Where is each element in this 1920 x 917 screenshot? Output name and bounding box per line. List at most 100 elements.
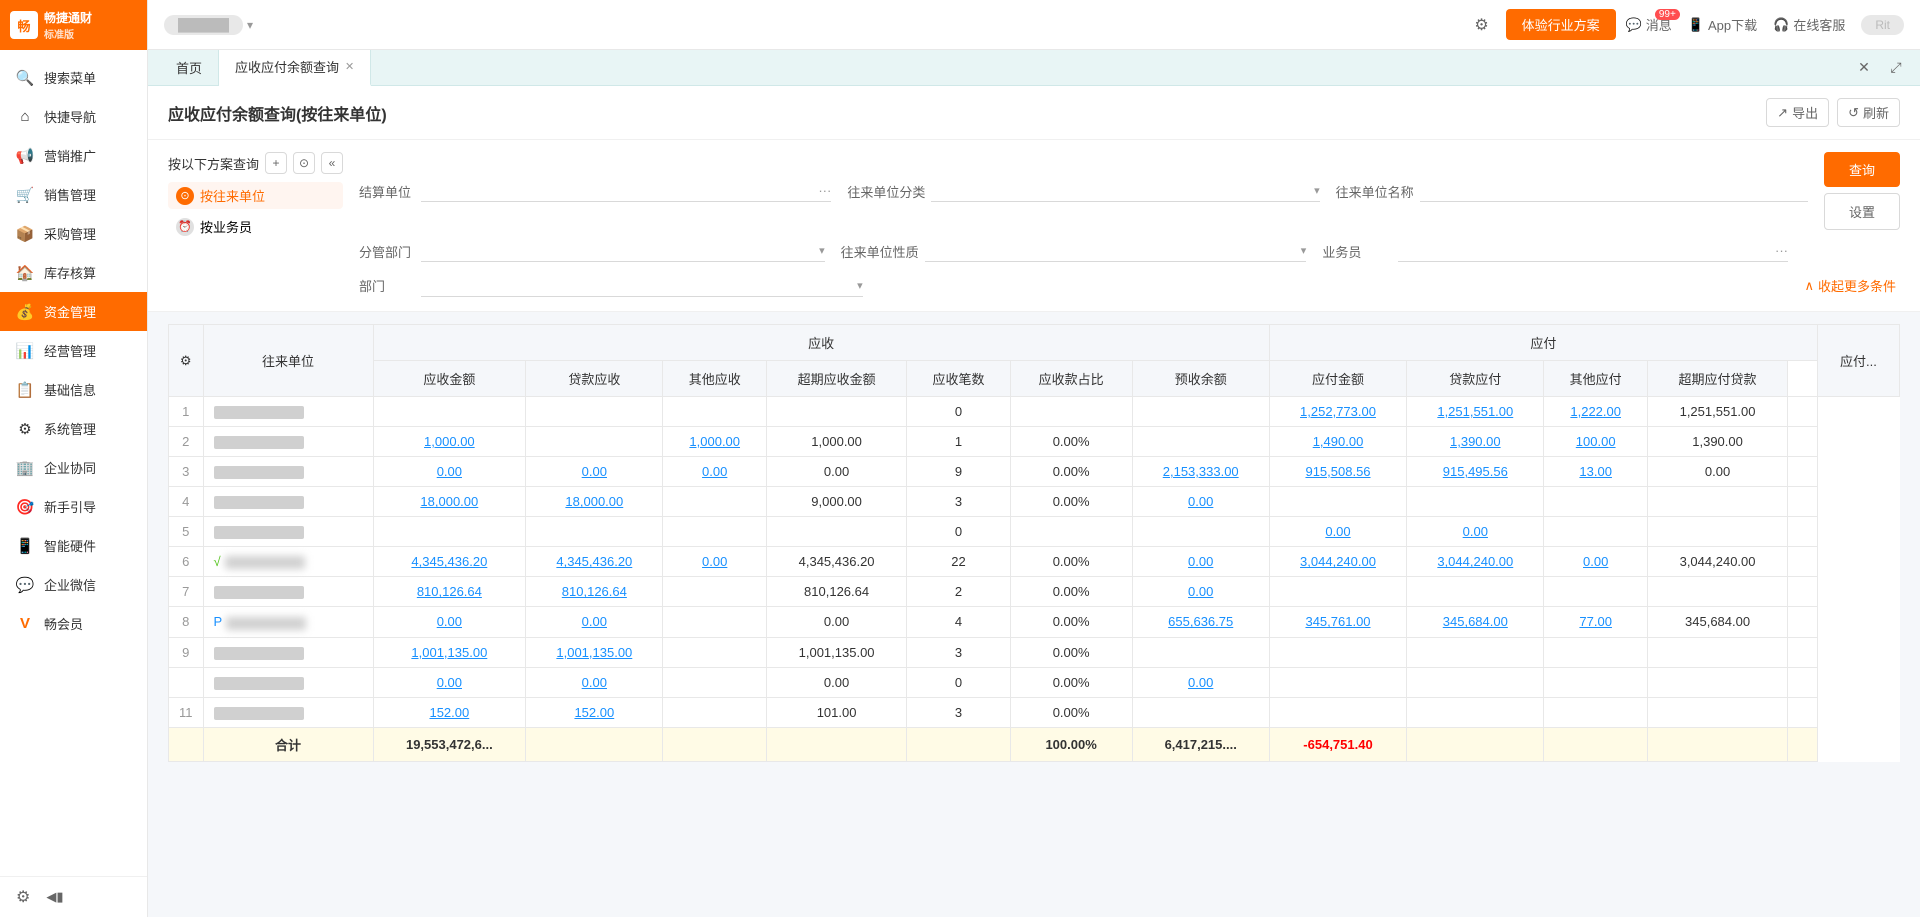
table-cell: [663, 697, 766, 727]
expand-window-icon[interactable]: ⤢: [1884, 56, 1908, 80]
table-cell[interactable]: 810,126.64: [526, 577, 663, 607]
scheme-by-partner[interactable]: ⊙ 按往来单位: [168, 182, 343, 209]
sidebar-item-finance[interactable]: 💰 资金管理: [0, 292, 147, 331]
sidebar-item-search-menu[interactable]: 🔍 搜索菜单: [0, 58, 147, 97]
tab-ar-ap-query[interactable]: 应收应付余额查询 ✕: [219, 50, 371, 86]
query-button[interactable]: 查询: [1824, 152, 1900, 187]
topbar-gear-icon[interactable]: ⚙: [1468, 11, 1496, 39]
table-cell[interactable]: 3,044,240.00: [1269, 547, 1406, 577]
table-cell[interactable]: 0.00: [373, 607, 526, 637]
sidebar-item-member[interactable]: V 畅会员: [0, 604, 147, 643]
settlement-unit-input[interactable]: [421, 180, 818, 201]
online-support-button[interactable]: 🎧 在线客服: [1773, 15, 1845, 34]
collapse-more-button[interactable]: ∧ 收起更多条件: [1800, 272, 1900, 299]
table-cell[interactable]: 1,000.00: [663, 427, 766, 457]
table-cell[interactable]: 0.00: [1132, 547, 1269, 577]
salesman-input[interactable]: [1398, 240, 1775, 261]
set-button[interactable]: 设置: [1824, 193, 1900, 230]
table-cell[interactable]: 18,000.00: [526, 487, 663, 517]
user-info[interactable]: Rit: [1861, 15, 1904, 35]
table-cell[interactable]: 1,251,551.00: [1407, 397, 1544, 427]
dept-mgr-input[interactable]: [421, 240, 819, 261]
table-cell[interactable]: 0.00: [526, 667, 663, 697]
table-cell[interactable]: 0.00: [663, 547, 766, 577]
edit-scheme-button[interactable]: ⊙: [293, 152, 315, 174]
table-cell[interactable]: 77.00: [1544, 607, 1647, 637]
table-cell[interactable]: 1,001,135.00: [526, 637, 663, 667]
partner-nature-chevron-icon[interactable]: ▾: [1301, 244, 1307, 257]
table-cell[interactable]: 3,044,240.00: [1407, 547, 1544, 577]
sidebar-item-inventory[interactable]: 🏠 库存核算: [0, 253, 147, 292]
sidebar-item-base-info[interactable]: 📋 基础信息: [0, 370, 147, 409]
table-cell[interactable]: 1,252,773.00: [1269, 397, 1406, 427]
table-cell[interactable]: 0.00: [373, 667, 526, 697]
sidebar-collapse-icon[interactable]: ◀▮: [46, 889, 63, 905]
partner-nature-input[interactable]: [925, 240, 1301, 261]
table-cell[interactable]: 0.00: [1544, 547, 1647, 577]
sidebar-item-smart-hw[interactable]: 📱 智能硬件: [0, 526, 147, 565]
table-cell[interactable]: 13.00: [1544, 457, 1647, 487]
table-cell[interactable]: 0.00: [1132, 667, 1269, 697]
table-cell[interactable]: 655,636.75: [1132, 607, 1269, 637]
table-cell[interactable]: 1,222.00: [1544, 397, 1647, 427]
table-cell[interactable]: 152.00: [373, 697, 526, 727]
close-window-icon[interactable]: ✕: [1852, 56, 1876, 80]
solution-button[interactable]: 体验行业方案: [1506, 9, 1616, 40]
th-ar-group: 应收: [373, 325, 1269, 361]
th-ap-overdue: 超期应付贷款: [1647, 361, 1787, 397]
sidebar-item-sales[interactable]: 🛒 销售管理: [0, 175, 147, 214]
dept-chevron-icon[interactable]: ▾: [857, 279, 863, 292]
sidebar-item-quick-nav[interactable]: ⌂ 快捷导航: [0, 97, 147, 136]
table-cell[interactable]: 1,490.00: [1269, 427, 1406, 457]
table-cell[interactable]: 345,684.00: [1407, 607, 1544, 637]
sidebar-item-purchase[interactable]: 📦 采购管理: [0, 214, 147, 253]
salesman-dots-icon[interactable]: ···: [1775, 243, 1788, 258]
partner-category-input[interactable]: [931, 180, 1314, 201]
partner-name-input[interactable]: [1420, 180, 1808, 201]
table-cell[interactable]: 4,345,436.20: [373, 547, 526, 577]
partner-cat-chevron-icon[interactable]: ▾: [1314, 184, 1320, 197]
table-cell[interactable]: 1,390.00: [1407, 427, 1544, 457]
table-cell[interactable]: 4,345,436.20: [526, 547, 663, 577]
table-cell[interactable]: 2,153,333.00: [1132, 457, 1269, 487]
sidebar-item-marketing[interactable]: 📢 营销推广: [0, 136, 147, 175]
table-cell[interactable]: 0.00: [1132, 577, 1269, 607]
tab-home[interactable]: 首页: [160, 50, 219, 86]
sidebar-settings-icon[interactable]: ⚙: [16, 887, 30, 907]
sidebar-item-system[interactable]: ⚙ 系统管理: [0, 409, 147, 448]
table-cell[interactable]: 915,508.56: [1269, 457, 1406, 487]
table-cell[interactable]: 0.00: [1269, 517, 1406, 547]
table-cell[interactable]: 0.00: [526, 607, 663, 637]
sidebar-item-corp-coop[interactable]: 🏢 企业协同: [0, 448, 147, 487]
table-cell[interactable]: 810,126.64: [373, 577, 526, 607]
table-cell[interactable]: 0.00: [373, 457, 526, 487]
table-cell[interactable]: 100.00: [1544, 427, 1647, 457]
sidebar-item-operations[interactable]: 📊 经营管理: [0, 331, 147, 370]
table-cell[interactable]: 18,000.00: [373, 487, 526, 517]
table-cell[interactable]: 0.00: [663, 457, 766, 487]
table-cell[interactable]: 0.00: [526, 457, 663, 487]
collapse-scheme-button[interactable]: «: [321, 152, 343, 174]
table-cell[interactable]: 0.00: [1132, 487, 1269, 517]
dept-input[interactable]: [421, 275, 857, 296]
dept-mgr-chevron-icon[interactable]: ▾: [819, 244, 825, 257]
refresh-button[interactable]: ↺ 刷新: [1837, 98, 1900, 127]
table-cell[interactable]: 0.00: [1407, 517, 1544, 547]
table-cell[interactable]: 1,001,135.00: [373, 637, 526, 667]
export-button[interactable]: ↗ 导出: [1766, 98, 1829, 127]
table-cell[interactable]: 345,761.00: [1269, 607, 1406, 637]
topbar-chevron-icon[interactable]: ▾: [247, 18, 253, 32]
table-cell[interactable]: 1,000.00: [373, 427, 526, 457]
settlement-dots-icon[interactable]: ···: [818, 183, 831, 198]
sidebar-item-corp-wechat[interactable]: 💬 企业微信: [0, 565, 147, 604]
table-cell[interactable]: 152.00: [526, 697, 663, 727]
th-settings[interactable]: ⚙: [169, 325, 204, 397]
table-cell[interactable]: 915,495.56: [1407, 457, 1544, 487]
scheme-by-staff[interactable]: ⏰ 按业务员: [168, 213, 343, 240]
add-scheme-button[interactable]: +: [265, 152, 287, 174]
sidebar-item-newbie[interactable]: 🎯 新手引导: [0, 487, 147, 526]
tab-close-icon[interactable]: ✕: [345, 60, 354, 73]
app-download-button[interactable]: 📱 App下载: [1688, 15, 1757, 34]
logo-icon: 畅: [10, 11, 38, 39]
message-button[interactable]: 💬 消息 99+: [1626, 15, 1672, 34]
